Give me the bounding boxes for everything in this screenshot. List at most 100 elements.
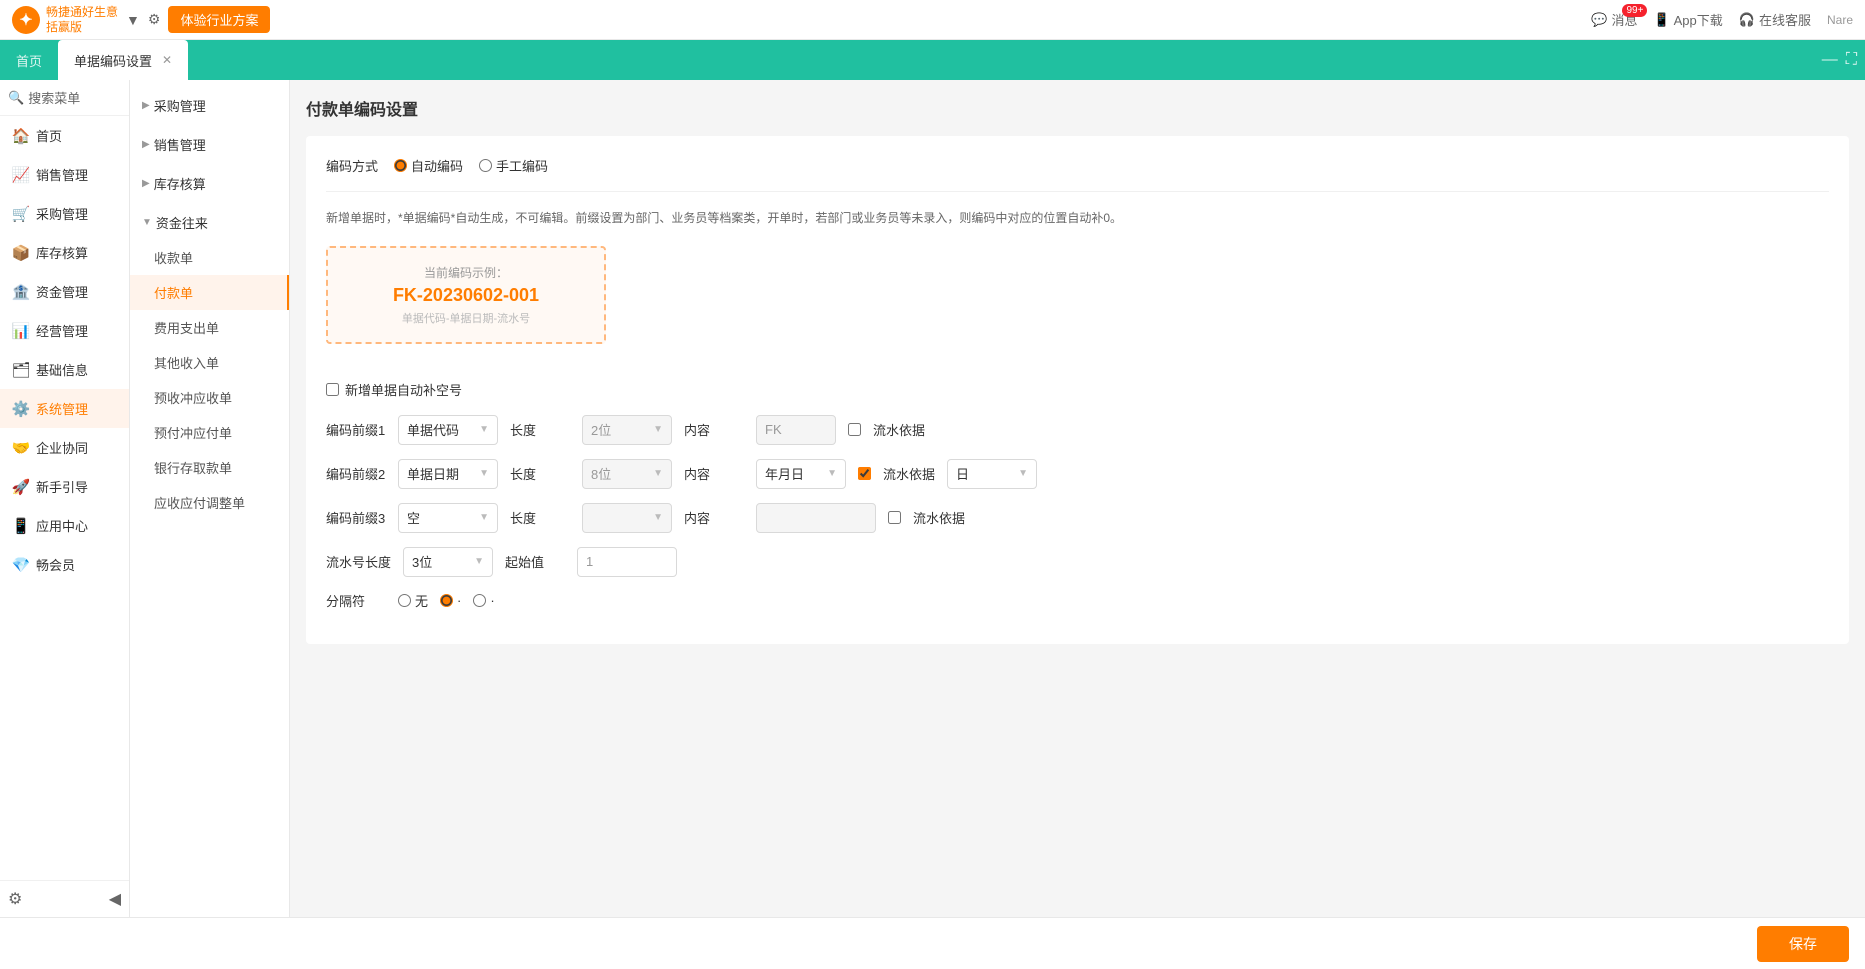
content2-select[interactable]: 年月日 ▼: [756, 459, 846, 489]
headset-icon: 🎧: [1739, 12, 1755, 28]
sub-sidebar: ▶ 采购管理 ▶ 销售管理 ▶ 库存核算 ▼ 资金往来 收款单 付款单 费用支出…: [130, 80, 290, 917]
sidebar-item-sales[interactable]: 📈 销售管理: [0, 155, 129, 194]
sub-item-bank-deposit[interactable]: 银行存取款单: [130, 450, 289, 485]
content-area: 付款单编码设置 编码方式 自动编码 手工编码 新增单据时，*单据编码*自动生: [290, 80, 1865, 917]
auto-encode-input[interactable]: [394, 159, 407, 172]
serial-length-select[interactable]: 3位 ▼: [403, 547, 493, 577]
sidebar: 🔍 搜索菜单 🏠 首页 📈 销售管理 🛒 采购管理 📦 库存核算 🏦: [0, 80, 130, 917]
separator-row: 分隔符 无 · ·: [326, 591, 1829, 610]
sidebar-item-funds[interactable]: 🏦 资金管理: [0, 272, 129, 311]
arrow-right-icon-2: ▶: [142, 139, 150, 150]
search-icon: 🔍: [8, 90, 24, 106]
tabbar: 首页 单据编码设置 ✕ — ⛶: [0, 40, 1865, 80]
sub-group-sales-title[interactable]: ▶ 销售管理: [130, 127, 289, 162]
auto-fill-checkbox[interactable]: [326, 383, 339, 396]
prefix2-arrow-icon: ▼: [479, 468, 489, 479]
minimize-btn[interactable]: —: [1822, 51, 1838, 69]
tab-home-label: 首页: [16, 51, 42, 70]
code-preview-box: 当前编码示例： FK-20230602-001 单据代码-单据日期-流水号: [326, 246, 606, 344]
system-icon: ⚙️: [12, 400, 30, 418]
prefix2-row: 编码前缀2 单据日期 ▼ 长度 8位 ▼ 内容 年月日 ▼ 流水依据: [326, 459, 1829, 489]
maximize-btn[interactable]: ⛶: [1846, 51, 1857, 69]
main-layout: 🔍 搜索菜单 🏠 首页 📈 销售管理 🛒 采购管理 📦 库存核算 🏦: [0, 80, 1865, 917]
sidebar-item-inventory[interactable]: 📦 库存核算: [0, 233, 129, 272]
code-preview-container: 当前编码示例： FK-20230602-001 单据代码-单据日期-流水号: [326, 246, 1829, 364]
sub-item-payment[interactable]: 付款单: [130, 275, 289, 310]
sub-group-purchase-title[interactable]: ▶ 采购管理: [130, 88, 289, 123]
length2-select[interactable]: 8位 ▼: [582, 459, 672, 489]
member-icon: 💎: [12, 556, 30, 574]
sidebar-item-guide[interactable]: 🚀 新手引导: [0, 467, 129, 506]
collapse-sidebar-btn[interactable]: ◀: [109, 889, 121, 909]
sidebar-item-cooperation[interactable]: 🤝 企业协同: [0, 428, 129, 467]
auto-encode-radio[interactable]: 自动编码: [394, 156, 463, 175]
trial-btn[interactable]: 体验行业方案: [168, 6, 270, 33]
arrow-down-icon: ▼: [142, 217, 152, 228]
save-button[interactable]: 保存: [1757, 926, 1849, 962]
user-info[interactable]: Nare: [1827, 13, 1853, 27]
separator-dash-input[interactable]: [440, 594, 453, 607]
separator-other-input[interactable]: [473, 594, 486, 607]
manual-encode-radio[interactable]: 手工编码: [479, 156, 548, 175]
sub-item-prepay-payable[interactable]: 预付冲应付单: [130, 415, 289, 450]
sidebar-item-operations[interactable]: 📊 经营管理: [0, 311, 129, 350]
code-preview-value: FK-20230602-001: [352, 285, 580, 306]
sub-item-receivable-payable[interactable]: 应收应付调整单: [130, 485, 289, 520]
search-menu-btn[interactable]: 🔍 搜索菜单: [0, 80, 129, 116]
message-btn[interactable]: 💬 消息 99+: [1591, 10, 1637, 29]
customer-service-btn[interactable]: 🎧 在线客服: [1739, 10, 1811, 29]
prefix1-row: 编码前缀1 单据代码 ▼ 长度 2位 ▼ 内容 FK 流水依据: [326, 415, 1829, 445]
length3-select[interactable]: ▼: [582, 503, 672, 533]
prefix1-select[interactable]: 单据代码 ▼: [398, 415, 498, 445]
topbar-left: ✦ 畅捷通好生意 括赢版 ▼ ⚙ 体验行业方案: [12, 5, 270, 34]
prefix3-label: 编码前缀3: [326, 508, 386, 527]
tab-encode-settings[interactable]: 单据编码设置 ✕: [58, 40, 188, 80]
prefix2-label: 编码前缀2: [326, 464, 386, 483]
prefix3-select[interactable]: 空 ▼: [398, 503, 498, 533]
separator-dash-radio[interactable]: ·: [440, 593, 461, 608]
separator-none-input[interactable]: [398, 594, 411, 607]
stream3-checkbox[interactable]: [888, 511, 901, 524]
apps-icon: 📱: [12, 517, 30, 535]
length3-label: 长度: [510, 508, 570, 527]
logo: ✦ 畅捷通好生意 括赢版: [12, 5, 118, 34]
prefix3-row: 编码前缀3 空 ▼ 长度 ▼ 内容 流水依据: [326, 503, 1829, 533]
sub-item-prepay-receivable[interactable]: 预收冲应收单: [130, 380, 289, 415]
app-download-btn[interactable]: 📱 App下载: [1653, 10, 1722, 29]
sidebar-item-system[interactable]: ⚙️ 系统管理: [0, 389, 129, 428]
encode-method-radio-group: 自动编码 手工编码: [394, 156, 548, 175]
settings-bottom-icon[interactable]: ⚙: [8, 889, 22, 909]
sidebar-item-purchase[interactable]: 🛒 采购管理: [0, 194, 129, 233]
tab-home[interactable]: 首页: [0, 40, 58, 80]
stream2-checkbox[interactable]: [858, 467, 871, 480]
sidebar-item-home[interactable]: 🏠 首页: [0, 116, 129, 155]
prefix1-arrow-icon: ▼: [479, 424, 489, 435]
prefix2-select[interactable]: 单据日期 ▼: [398, 459, 498, 489]
manual-encode-input[interactable]: [479, 159, 492, 172]
sidebar-item-basic[interactable]: 🗂 基础信息: [0, 350, 129, 389]
serial-length-arrow-icon: ▼: [474, 556, 484, 567]
length1-select[interactable]: 2位 ▼: [582, 415, 672, 445]
encode-method-label: 编码方式: [326, 156, 378, 175]
sub-item-expense[interactable]: 费用支出单: [130, 310, 289, 345]
separator-other-radio[interactable]: ·: [473, 593, 494, 608]
sub-group-funds-title[interactable]: ▼ 资金往来: [130, 205, 289, 240]
topbar-controls: ▼ ⚙ 体验行业方案: [126, 6, 270, 33]
sub-group-sales: ▶ 销售管理: [130, 127, 289, 162]
sub-item-receipt[interactable]: 收款单: [130, 240, 289, 275]
sub-item-other-income[interactable]: 其他收入单: [130, 345, 289, 380]
stream2-unit-select[interactable]: 日 ▼: [947, 459, 1037, 489]
start-value-input[interactable]: 1: [577, 547, 677, 577]
sidebar-item-apps[interactable]: 📱 应用中心: [0, 506, 129, 545]
separator-none-radio[interactable]: 无: [398, 591, 428, 610]
tab-close-icon[interactable]: ✕: [162, 53, 172, 67]
stream1-checkbox[interactable]: [848, 423, 861, 436]
sidebar-item-member[interactable]: 💎 畅会员: [0, 545, 129, 584]
sub-group-inventory-title[interactable]: ▶ 库存核算: [130, 166, 289, 201]
content3-input: [756, 503, 876, 533]
dropdown-btn[interactable]: ▼: [126, 12, 140, 28]
tab-encode-label: 单据编码设置: [74, 51, 152, 70]
start-value-label: 起始值: [505, 552, 565, 571]
settings-btn[interactable]: ⚙: [148, 11, 161, 28]
phone-icon: 📱: [1653, 12, 1669, 28]
